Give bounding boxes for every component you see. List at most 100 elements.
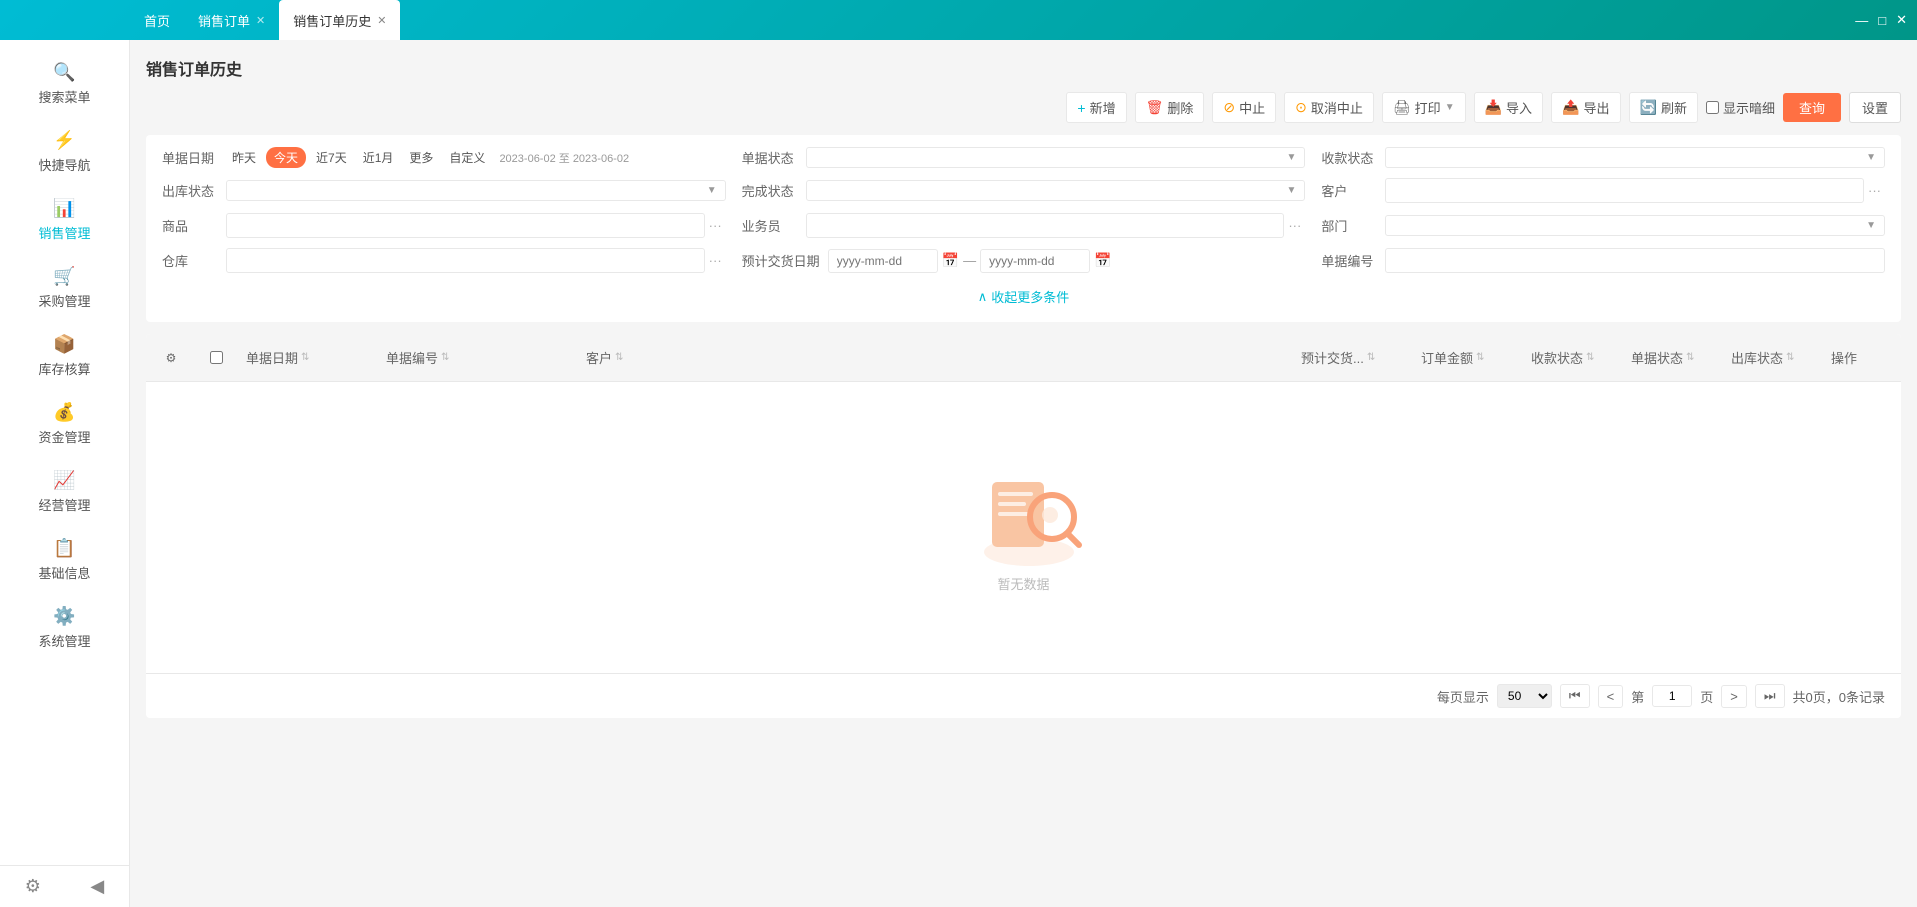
query-button[interactable]: 查询 [1783,93,1841,122]
th-date[interactable]: 单据日期 ⇅ [236,342,376,373]
date-custom[interactable]: 自定义 [443,147,491,168]
delivery-date-end[interactable] [980,249,1090,273]
date-more[interactable]: 更多 [403,147,439,168]
filter-salesperson-input[interactable] [806,213,1285,238]
filter-warehouse-input[interactable] [226,248,705,273]
filter-warehouse-control: ··· [226,248,726,273]
print-button[interactable]: 🖨 打印 ▼ [1382,92,1466,123]
filter-customer: 客户 ··· [1321,178,1885,203]
department-arrow: ▼ [1866,220,1876,231]
filter-goods-label: 商品 [162,216,218,235]
collapse-row[interactable]: ∧ 收起更多条件 [162,283,1885,310]
th-out-status[interactable]: 出库状态 ⇅ [1721,342,1821,373]
date-7days[interactable]: 近7天 [310,147,353,168]
sidebar-settings-btn[interactable]: ⚙ [25,876,41,897]
sidebar-item-capital-mgmt[interactable]: 💰 资金管理 [0,390,129,458]
empty-text: 暂无数据 [997,574,1049,593]
capital-mgmt-icon: 💰 [53,402,75,423]
system-mgmt-icon: ⚙️ [53,606,75,627]
sales-mgmt-icon: 📊 [53,198,75,219]
sidebar-collapse-btn[interactable]: ◀ [90,876,104,897]
page-input[interactable] [1652,685,1692,707]
filter-doc-status-select[interactable]: ▼ [806,147,1306,168]
filter-out-status-select[interactable]: ▼ [226,180,726,201]
window-maximize[interactable]: □ [1878,13,1886,28]
tab-history-close[interactable]: ✕ [377,14,386,27]
calendar-end-icon[interactable]: 📅 [1094,252,1111,269]
calendar-start-icon[interactable]: 📅 [942,252,959,269]
filter-customer-input[interactable] [1385,178,1864,203]
refresh-button[interactable]: 🔄 刷新 [1629,92,1698,123]
filter-row-1: 单据日期 昨天 今天 近7天 近1月 更多 自定义 2023-06-02 至 2… [162,147,1885,168]
sidebar-item-sales-mgmt[interactable]: 📊 销售管理 [0,186,129,254]
display-columns-checkbox[interactable]: 显示暗细 [1706,98,1775,117]
settings-button[interactable]: 设置 [1849,92,1901,123]
filter-salesperson: 业务员 ··· [742,213,1306,238]
window-minimize[interactable]: — [1855,13,1868,28]
import-button[interactable]: 📥 导入 [1474,92,1543,123]
th-pay-status[interactable]: 收款状态 ⇅ [1521,342,1621,373]
new-button[interactable]: + 新增 [1066,92,1126,123]
window-close[interactable]: ✕ [1896,12,1907,28]
th-delivery[interactable]: 预计交货... ⇅ [1291,342,1411,373]
date-1month[interactable]: 近1月 [357,147,400,168]
warehouse-ellipsis[interactable]: ··· [705,253,726,268]
filter-department-select[interactable]: ▼ [1385,215,1885,236]
stop-button[interactable]: ⊘ 中止 [1212,92,1276,123]
page-size-select[interactable]: 50 20 100 [1497,684,1552,708]
print-icon: 🖨 [1393,99,1411,116]
purchase-mgmt-icon: 🛒 [53,266,75,287]
refresh-icon: 🔄 [1640,99,1657,116]
th-num[interactable]: 单据编号 ⇅ [376,342,576,373]
sidebar-item-inventory-check[interactable]: 📦 库存核算 [0,322,129,390]
tab-home[interactable]: 首页 [130,0,184,40]
th-check[interactable] [196,345,236,370]
export-button[interactable]: 📤 导出 [1551,92,1620,123]
date-yesterday[interactable]: 昨天 [226,147,262,168]
prev-page-btn[interactable]: < [1598,685,1624,708]
filter-panel: 单据日期 昨天 今天 近7天 近1月 更多 自定义 2023-06-02 至 2… [146,135,1901,322]
empty-icon [974,462,1074,562]
th-settings[interactable]: ⚙ [146,345,196,371]
th-customer[interactable]: 客户 ⇅ [576,342,1291,373]
tab-sales-order-history[interactable]: 销售订单历史 ✕ [279,0,400,40]
delete-button[interactable]: 🗑 删除 [1135,92,1205,123]
sidebar-item-basic-info[interactable]: 📋 基础信息 [0,526,129,594]
th-amount[interactable]: 订单金额 ⇅ [1411,342,1521,373]
select-all-checkbox[interactable] [210,351,223,364]
sidebar-item-purchase-mgmt[interactable]: 🛒 采购管理 [0,254,129,322]
delivery-date-range: 📅 — 📅 [828,249,1306,273]
collapse-label: 收起更多条件 [991,287,1069,306]
display-columns-input[interactable] [1706,101,1719,114]
filter-complete-status-select[interactable]: ▼ [806,180,1306,201]
first-page-btn[interactable]: ⏮ [1560,684,1590,708]
sidebar-bottom: ⚙ ◀ [0,865,129,907]
last-page-btn[interactable]: ⏭ [1755,684,1785,708]
filter-pay-status-select[interactable]: ▼ [1385,147,1885,168]
sidebar-item-search-menu[interactable]: 🔍 搜索菜单 [0,50,129,118]
sidebar-item-system-mgmt[interactable]: ⚙️ 系统管理 [0,594,129,662]
toolbar: + 新增 🗑 删除 ⊘ 中止 ⊙ 取消中止 🖨 打印 ▼ 📥 [146,92,1901,123]
tab-sales-order-close[interactable]: ✕ [256,14,265,27]
num-sort-icon: ⇅ [441,352,449,363]
main-layout: 🔍 搜索菜单 ⚡ 快捷导航 📊 销售管理 🛒 采购管理 📦 库存核算 💰 资金管… [0,40,1917,907]
goods-ellipsis[interactable]: ··· [705,218,726,233]
next-page-btn[interactable]: > [1721,685,1747,708]
filter-goods-input[interactable] [226,213,705,238]
th-doc-status[interactable]: 单据状态 ⇅ [1621,342,1721,373]
filter-doc-number-input[interactable] [1385,248,1885,273]
customer-ellipsis[interactable]: ··· [1864,183,1885,198]
filter-goods-control: ··· [226,213,726,238]
tab-sales-order[interactable]: 销售订单 ✕ [184,0,279,40]
delivery-date-start[interactable] [828,249,938,273]
date-today[interactable]: 今天 [266,147,306,168]
filter-customer-label: 客户 [1321,181,1377,200]
cancel-stop-button[interactable]: ⊙ 取消中止 [1284,92,1374,123]
salesperson-ellipsis[interactable]: ··· [1284,218,1305,233]
filter-row-2: 出库状态 ▼ 完成状态 ▼ 客户 [162,178,1885,203]
collapse-icon: ∧ [978,289,988,305]
export-icon: 📤 [1562,99,1579,116]
filter-department-label: 部门 [1321,216,1377,235]
sidebar-item-operation-mgmt[interactable]: 📈 经营管理 [0,458,129,526]
sidebar-item-quick-nav[interactable]: ⚡ 快捷导航 [0,118,129,186]
